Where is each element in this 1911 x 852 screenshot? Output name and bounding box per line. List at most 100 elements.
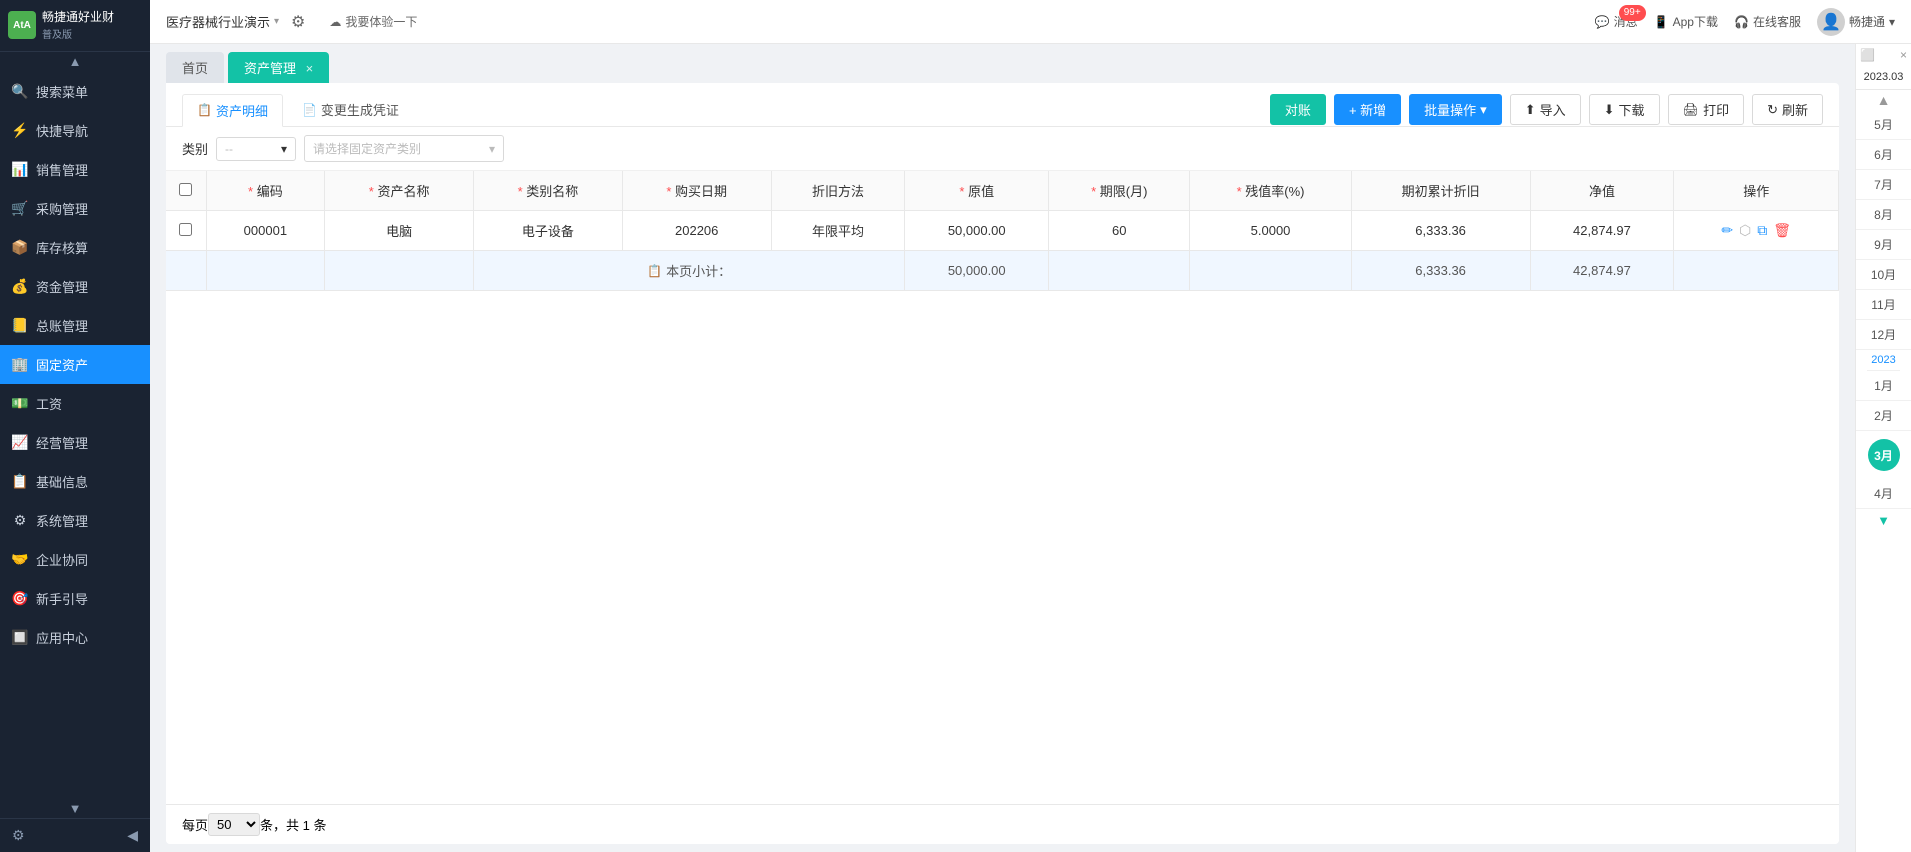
message-badge: 99+: [1619, 5, 1646, 21]
sidebar-item-label: 经营管理: [36, 433, 88, 452]
sidebar-item-quick-nav[interactable]: ⚡ 快捷导航: [0, 111, 150, 150]
collapse-icon[interactable]: ◀: [127, 827, 138, 844]
th-actions: 操作: [1674, 171, 1839, 211]
row-checkbox-cell: [166, 211, 206, 251]
tab-close-icon[interactable]: ×: [306, 61, 314, 76]
th-code: 编码: [206, 171, 325, 211]
th-period: 期限(月): [1049, 171, 1190, 211]
payroll-icon: 💵: [12, 395, 28, 411]
category-select-arrow: ▾: [281, 142, 287, 156]
th-original-value: 原值: [905, 171, 1049, 211]
sidebar-item-guide[interactable]: 🎯 新手引导: [0, 579, 150, 618]
sidebar-item-label: 库存核算: [36, 238, 88, 257]
experience-btn[interactable]: ☁ 我要体验一下: [329, 13, 417, 30]
user-name: 畅捷通: [1849, 13, 1885, 30]
sidebar-item-system[interactable]: ⚙ 系统管理: [0, 501, 150, 540]
sidebar-header: AtA 畅捷通好业财 普及版: [0, 0, 150, 52]
sidebar-item-app-center[interactable]: 🔲 应用中心: [0, 618, 150, 657]
clone-icon[interactable]: ⧉: [1757, 222, 1767, 239]
subtotal-original-value: 50,000.00: [905, 251, 1049, 291]
app-download-btn[interactable]: 📱 App下载: [1654, 13, 1718, 30]
timeline-month-5[interactable]: 5月: [1856, 110, 1911, 140]
user-menu-btn[interactable]: 👤 畅捷通 ▾: [1817, 8, 1895, 36]
table-row: 000001 电脑 电子设备 202206 年限平均 50,000.00 60 …: [166, 211, 1839, 251]
import-label: 导入: [1540, 100, 1566, 119]
page-content: 首页 资产管理 × 📋 资产明细 📄 变更生成凭证: [150, 44, 1855, 852]
settings-bottom-icon[interactable]: ⚙: [12, 827, 25, 844]
sidebar-item-inventory[interactable]: 📦 库存核算: [0, 228, 150, 267]
timeline-month-4[interactable]: 4月: [1856, 479, 1911, 509]
timeline-month-1[interactable]: 1月: [1856, 371, 1911, 401]
batch-button[interactable]: 批量操作 ▾: [1409, 94, 1502, 125]
sub-tab-change-voucher[interactable]: 📄 变更生成凭证: [287, 93, 414, 126]
new-button[interactable]: + 新增: [1334, 94, 1401, 125]
timeline-month-11[interactable]: 11月: [1856, 290, 1911, 320]
guide-icon: 🎯: [12, 590, 28, 606]
row-checkbox[interactable]: [179, 223, 192, 236]
timeline-month-9[interactable]: 9月: [1856, 230, 1911, 260]
timeline-up-icon[interactable]: ▲: [1873, 88, 1895, 112]
timeline-month-10[interactable]: 10月: [1856, 260, 1911, 290]
category-input[interactable]: 请选择固定资产类别 ▾: [304, 135, 504, 162]
th-depreciation-method: 折旧方法: [771, 171, 905, 211]
timeline-month-8[interactable]: 8月: [1856, 200, 1911, 230]
sidebar-item-sales[interactable]: 📊 销售管理: [0, 150, 150, 189]
download-button[interactable]: ⬇ 下载: [1589, 94, 1660, 125]
sidebar-item-payroll[interactable]: 💵 工资: [0, 384, 150, 423]
sidebar-item-operations[interactable]: 📈 经营管理: [0, 423, 150, 462]
timeline-month-3-active[interactable]: 3月: [1868, 439, 1900, 471]
category-label: 类别: [182, 139, 208, 158]
copy-icon[interactable]: ⬡: [1739, 222, 1751, 239]
batch-label: 批量操作: [1424, 100, 1476, 119]
timeline-scroll-down-icon[interactable]: ▼: [1877, 513, 1890, 528]
refresh-button[interactable]: ↻ 刷新: [1752, 94, 1823, 125]
th-name: 资产名称: [325, 171, 474, 211]
tab-asset-mgmt[interactable]: 资产管理 ×: [228, 52, 329, 83]
sidebar-scroll-up[interactable]: ▲: [0, 52, 150, 72]
sidebar-scroll-down[interactable]: ▼: [0, 798, 150, 818]
reconcile-button[interactable]: 对账: [1270, 94, 1326, 125]
sidebar-item-search[interactable]: 🔍 搜索菜单: [0, 72, 150, 111]
sidebar-item-label: 总账管理: [36, 316, 88, 335]
import-button[interactable]: ⬆ 导入: [1510, 94, 1581, 125]
topbar: 医疗器械行业演示 ▾ ⚙ ☁ 我要体验一下 💬 消息 99+ 📱 App下载 🎧…: [150, 0, 1911, 44]
sidebar-item-purchase[interactable]: 🛒 采购管理: [0, 189, 150, 228]
sidebar-item-base-info[interactable]: 📋 基础信息: [0, 462, 150, 501]
sidebar-item-enterprise[interactable]: 🤝 企业协同: [0, 540, 150, 579]
sidebar-item-fixed-assets[interactable]: 🏢 固定资产: [0, 345, 150, 384]
subtotal-initial-dep: 6,333.36: [1351, 251, 1530, 291]
customer-service-btn[interactable]: 🎧 在线客服: [1734, 13, 1801, 30]
sidebar-item-label: 系统管理: [36, 511, 88, 530]
timeline-year-header: 2023.03: [1864, 71, 1904, 83]
sidebar-item-label: 销售管理: [36, 160, 88, 179]
print-button[interactable]: 🖨 打印: [1668, 94, 1745, 125]
timeline-close-icon[interactable]: ×: [1900, 48, 1907, 62]
sidebar-bottom: ⚙ ◀: [0, 818, 150, 852]
sidebar-item-label: 固定资产: [36, 355, 88, 374]
timeline-month-6[interactable]: 6月: [1856, 140, 1911, 170]
tab-home[interactable]: 首页: [166, 52, 224, 83]
timeline-month-7[interactable]: 7月: [1856, 170, 1911, 200]
experience-icon: ☁: [329, 15, 341, 29]
timeline-expand-icon[interactable]: ⬜: [1860, 48, 1875, 62]
cell-original-value: 50,000.00: [905, 211, 1049, 251]
operations-icon: 📈: [12, 434, 28, 450]
category-select[interactable]: -- ▾: [216, 137, 296, 161]
message-btn[interactable]: 💬 消息 99+: [1595, 13, 1638, 30]
sidebar-item-ledger[interactable]: 📒 总账管理: [0, 306, 150, 345]
sub-tab-asset-detail[interactable]: 📋 资产明细: [182, 94, 283, 127]
edit-icon[interactable]: ✏: [1721, 222, 1733, 239]
table-wrap: 编码 资产名称 类别名称 购买日期 折旧方法 原值 期限(月) 残值率(%) 期…: [166, 171, 1839, 804]
select-all-checkbox[interactable]: [179, 183, 192, 196]
timeline-month-2[interactable]: 2月: [1856, 401, 1911, 431]
sidebar-item-label: 工资: [36, 394, 62, 413]
delete-icon[interactable]: 🗑: [1773, 222, 1791, 239]
sidebar-item-fund[interactable]: 💰 资金管理: [0, 267, 150, 306]
category-select-value: --: [225, 142, 233, 156]
topbar-settings-icon[interactable]: ⚙: [291, 12, 305, 32]
user-dropdown-arrow: ▾: [1889, 15, 1895, 29]
th-category: 类别名称: [474, 171, 623, 211]
per-page-select[interactable]: 50 100: [208, 813, 260, 836]
company-selector[interactable]: 医疗器械行业演示 ▾: [166, 12, 279, 31]
timeline-month-12[interactable]: 12月: [1856, 320, 1911, 350]
